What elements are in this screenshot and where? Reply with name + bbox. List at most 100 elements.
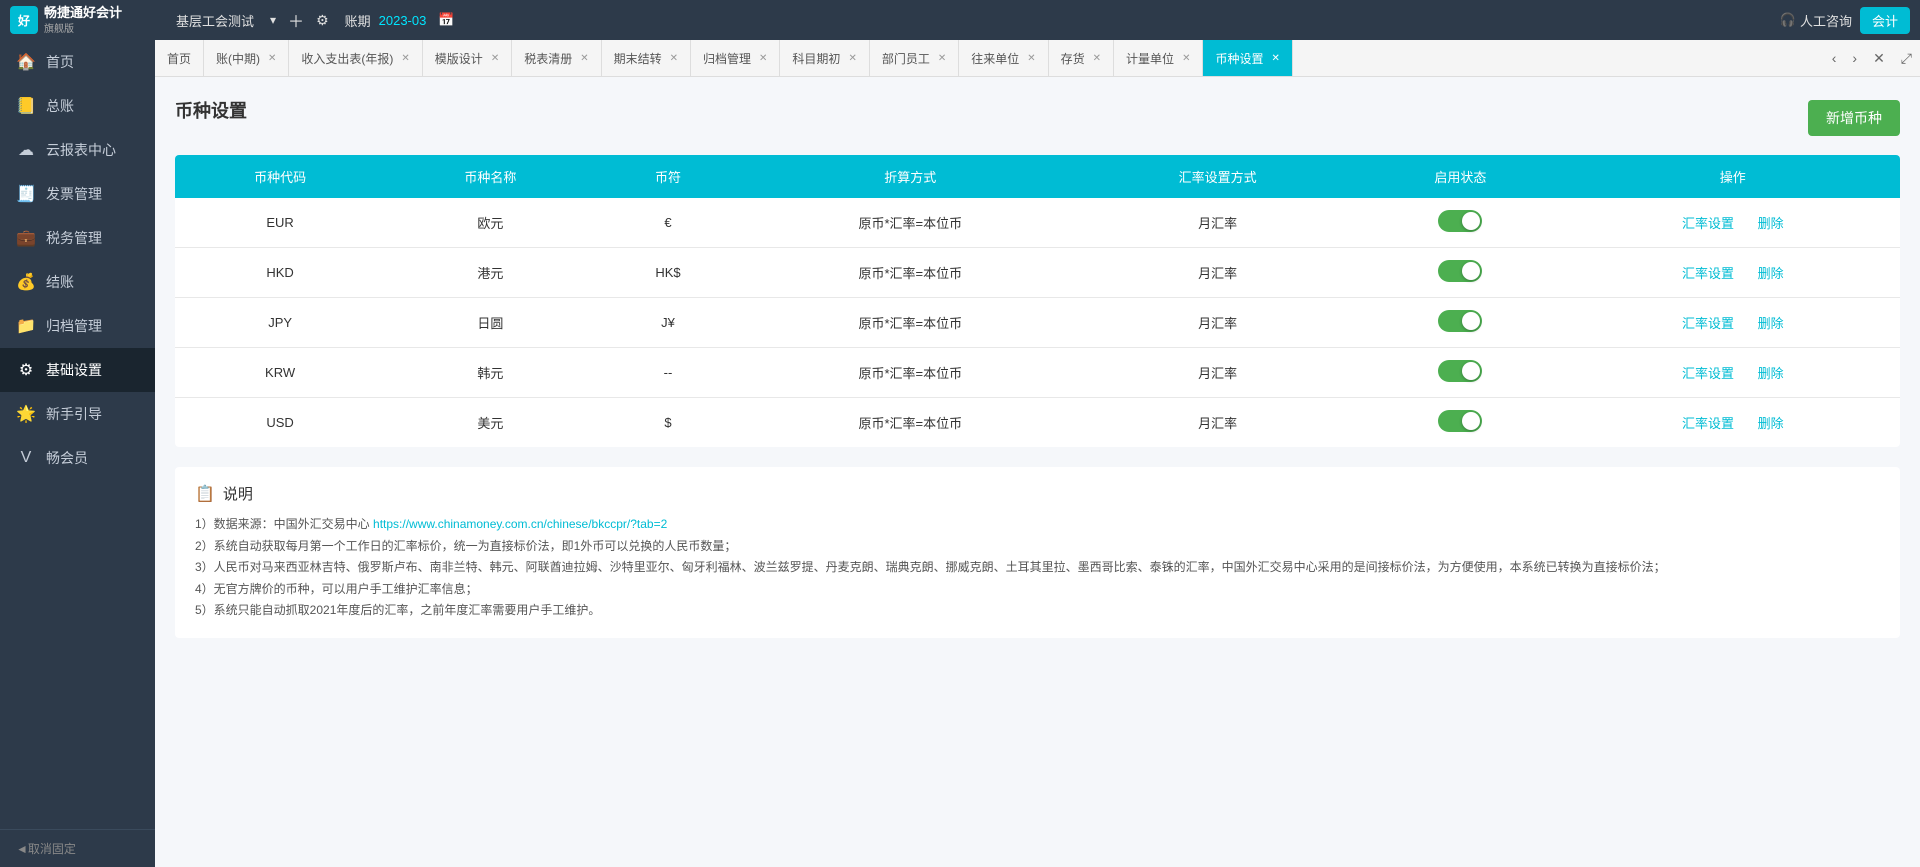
sidebar-item-basic[interactable]: ⚙ 基础设置	[0, 348, 155, 392]
delete-link-4[interactable]: 删除	[1758, 416, 1784, 431]
delete-link-0[interactable]: 删除	[1758, 216, 1784, 231]
cell-rate-1: 月汇率	[1080, 248, 1355, 298]
add-company-btn[interactable]: ＋	[284, 8, 308, 32]
table-row: KRW 韩元 -- 原币*汇率=本位币 月汇率 汇率设置 删除	[175, 348, 1900, 398]
tab-label-unit: 计量单位	[1126, 50, 1174, 67]
calendar-icon[interactable]: 📅	[438, 12, 454, 28]
tab-subject[interactable]: 科目期初 ✕	[780, 40, 869, 76]
cell-calc-2: 原币*汇率=本位币	[741, 298, 1080, 348]
close-icon-subject[interactable]: ✕	[848, 53, 856, 64]
sidebar-item-home[interactable]: 🏠 首页	[0, 40, 155, 84]
cell-status-1	[1355, 248, 1565, 298]
sidebar-item-checkout[interactable]: 💰 结账	[0, 260, 155, 304]
th-action: 操作	[1566, 155, 1900, 198]
cell-name-0: 欧元	[385, 198, 595, 248]
period-value: 2023-03	[379, 13, 427, 28]
tab-expand-btn[interactable]: ⤢	[1893, 40, 1920, 76]
sidebar-label-member: 畅会员	[46, 448, 88, 468]
toggle-2[interactable]	[1438, 310, 1482, 332]
delete-link-3[interactable]: 删除	[1758, 366, 1784, 381]
page-title: 币种设置	[175, 97, 247, 123]
company-dropdown[interactable]: ▾	[270, 13, 276, 27]
toggle-track-2[interactable]	[1438, 310, 1482, 332]
tab-income[interactable]: 收入支出表(年报) ✕	[289, 40, 422, 76]
toggle-track-1[interactable]	[1438, 260, 1482, 282]
sidebar-item-guide[interactable]: 🌟 新手引导	[0, 392, 155, 436]
kuaiji-button[interactable]: 会计	[1860, 7, 1910, 34]
sidebar-label-basic: 基础设置	[46, 360, 102, 380]
delete-link-2[interactable]: 删除	[1758, 316, 1784, 331]
logo-icon: 好	[10, 6, 38, 34]
tab-inventory[interactable]: 存货 ✕	[1049, 40, 1114, 76]
tab-label-home: 首页	[167, 50, 191, 67]
tab-home[interactable]: 首页	[155, 40, 204, 76]
rate-setting-link-3[interactable]: 汇率设置	[1682, 366, 1734, 381]
sidebar-item-ledger[interactable]: 📒 总账	[0, 84, 155, 128]
table-row: HKD 港元 HK$ 原币*汇率=本位币 月汇率 汇率设置 删除	[175, 248, 1900, 298]
notes-title-text: 说明	[223, 483, 253, 504]
toggle-4[interactable]	[1438, 410, 1482, 432]
cell-symbol-4: $	[595, 398, 740, 448]
tab-prev-btn[interactable]: ‹	[1824, 40, 1845, 76]
toggle-track-3[interactable]	[1438, 360, 1482, 382]
toggle-1[interactable]	[1438, 260, 1482, 282]
help-button[interactable]: 🎧 人工咨询	[1780, 11, 1852, 30]
new-currency-button[interactable]: 新增币种	[1808, 100, 1900, 136]
logo: 好 畅捷通好会计 旗舰版	[10, 5, 160, 36]
tab-template[interactable]: 模版设计 ✕	[423, 40, 512, 76]
tab-dept[interactable]: 部门员工 ✕	[870, 40, 959, 76]
close-icon-tax[interactable]: ✕	[580, 53, 588, 64]
tab-tax[interactable]: 税表清册 ✕	[512, 40, 601, 76]
tab-archive[interactable]: 归档管理 ✕	[691, 40, 780, 76]
sidebar-item-member[interactable]: V 畅会员	[0, 436, 155, 480]
cell-code-1: HKD	[175, 248, 385, 298]
rate-setting-link-4[interactable]: 汇率设置	[1682, 416, 1734, 431]
cell-status-4	[1355, 398, 1565, 448]
close-icon-currency[interactable]: ✕	[1271, 53, 1279, 64]
cell-action-4: 汇率设置 删除	[1566, 398, 1900, 448]
tab-period[interactable]: 账(中期) ✕	[204, 40, 289, 76]
cell-action-1: 汇率设置 删除	[1566, 248, 1900, 298]
rate-setting-link-0[interactable]: 汇率设置	[1682, 216, 1734, 231]
close-icon-period[interactable]: ✕	[268, 53, 276, 64]
sidebar-label-home: 首页	[46, 52, 74, 72]
invoice-icon: 🧾	[16, 184, 36, 204]
tab-partner[interactable]: 往来单位 ✕	[959, 40, 1048, 76]
reports-icon: ☁	[16, 140, 36, 160]
close-icon-archive[interactable]: ✕	[759, 53, 767, 64]
sidebar-item-invoice[interactable]: 🧾 发票管理	[0, 172, 155, 216]
close-icon-unit[interactable]: ✕	[1182, 53, 1190, 64]
rate-setting-link-1[interactable]: 汇率设置	[1682, 266, 1734, 281]
toggle-3[interactable]	[1438, 360, 1482, 382]
toggle-track-0[interactable]	[1438, 210, 1482, 232]
tab-unit[interactable]: 计量单位 ✕	[1114, 40, 1203, 76]
logo-text: 畅捷通好会计	[44, 5, 122, 21]
close-icon-inventory[interactable]: ✕	[1093, 53, 1101, 64]
close-icon-period-end[interactable]: ✕	[670, 53, 678, 64]
sidebar-pin-toggle[interactable]: ◄取消固定	[0, 829, 155, 867]
title-row: 币种设置 新增币种	[175, 97, 1900, 139]
content-area: 🏠 首页 📒 总账 ☁ 云报表中心 🧾 发票管理 💼 税务管理 💰 结账	[0, 40, 1920, 867]
close-icon-template[interactable]: ✕	[491, 53, 499, 64]
close-icon-dept[interactable]: ✕	[938, 53, 946, 64]
notes-link[interactable]: https://www.chinamoney.com.cn/chinese/bk…	[373, 517, 667, 531]
sidebar-item-reports[interactable]: ☁ 云报表中心	[0, 128, 155, 172]
close-icon-partner[interactable]: ✕	[1027, 53, 1035, 64]
settings-icon[interactable]: ⚙	[316, 12, 329, 29]
toggle-track-4[interactable]	[1438, 410, 1482, 432]
tab-period-end[interactable]: 期末结转 ✕	[602, 40, 691, 76]
cell-rate-4: 月汇率	[1080, 398, 1355, 448]
toggle-0[interactable]	[1438, 210, 1482, 232]
close-icon-income[interactable]: ✕	[401, 53, 409, 64]
tab-currency[interactable]: 币种设置 ✕	[1203, 40, 1292, 76]
tab-close-all-btn[interactable]: ✕	[1865, 40, 1893, 76]
rate-setting-link-2[interactable]: 汇率设置	[1682, 316, 1734, 331]
tab-next-btn[interactable]: ›	[1844, 40, 1865, 76]
cell-name-4: 美元	[385, 398, 595, 448]
cell-calc-3: 原币*汇率=本位币	[741, 348, 1080, 398]
sidebar-item-tax[interactable]: 💼 税务管理	[0, 216, 155, 260]
notes-section: 📋 说明 1）数据来源：中国外汇交易中心 https://www.chinamo…	[175, 467, 1900, 638]
sidebar-item-archive[interactable]: 📁 归档管理	[0, 304, 155, 348]
cell-symbol-3: --	[595, 348, 740, 398]
delete-link-1[interactable]: 删除	[1758, 266, 1784, 281]
